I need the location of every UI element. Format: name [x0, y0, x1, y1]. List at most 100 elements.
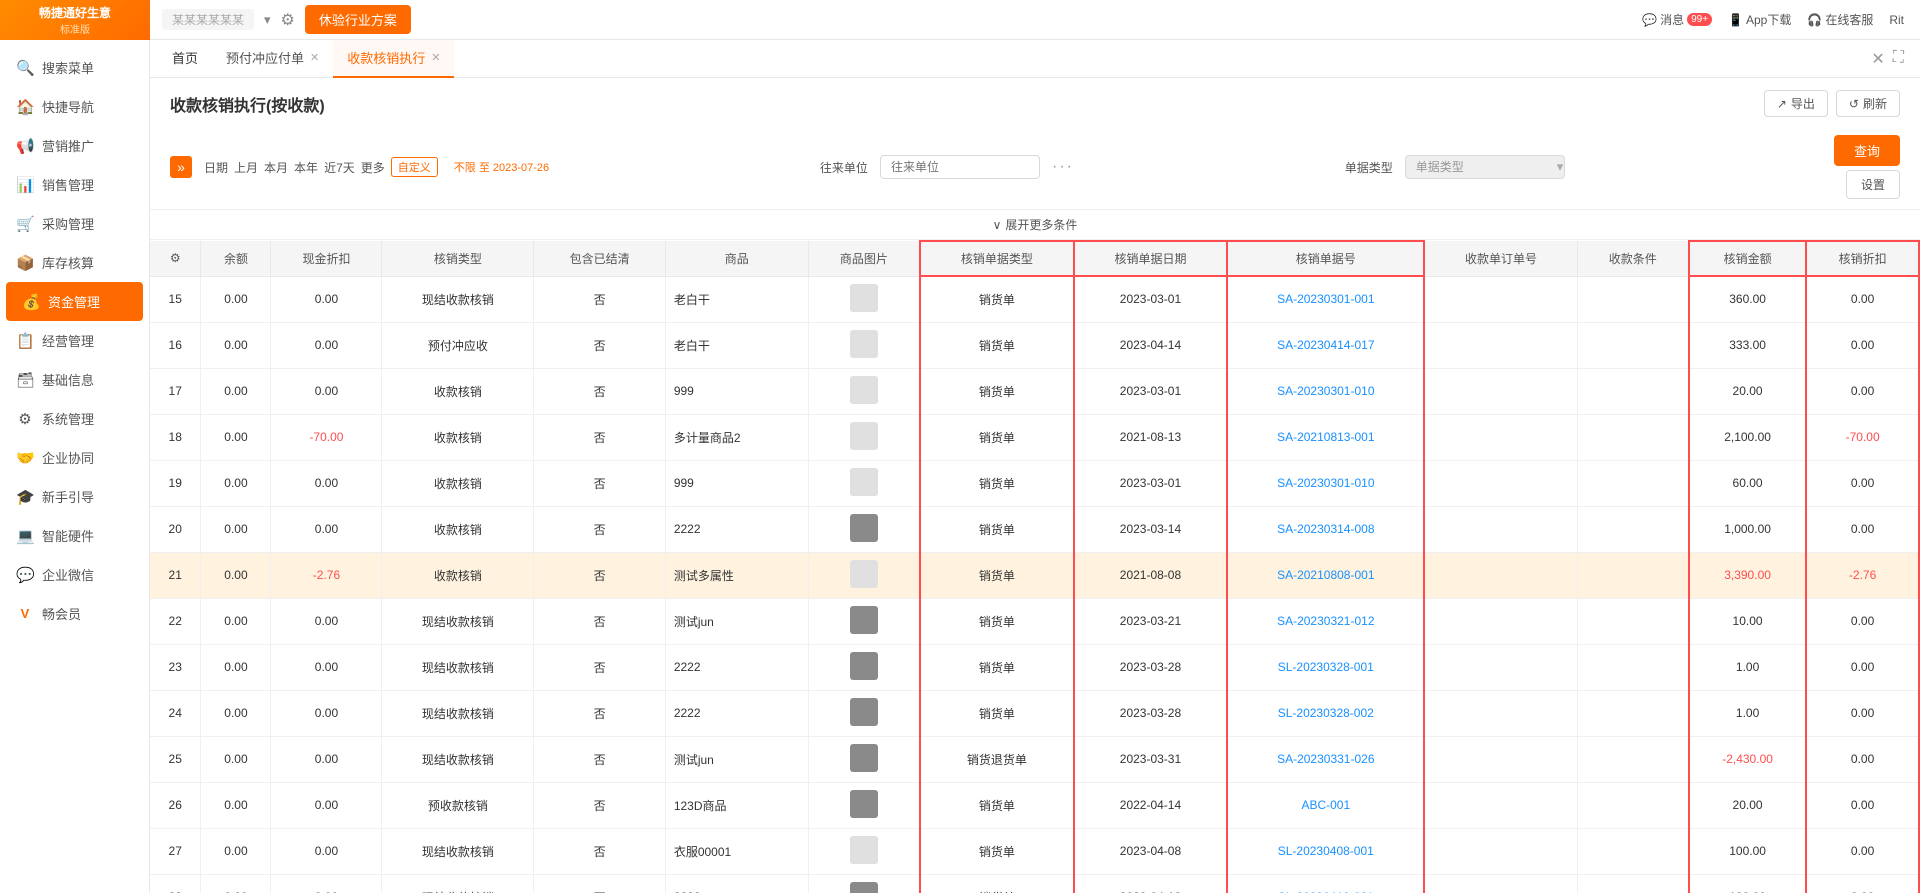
- tab-receipt[interactable]: 收款核销执行 ✕: [333, 40, 454, 78]
- search-icon: 🔍: [16, 59, 34, 77]
- query-button[interactable]: 查询: [1834, 135, 1900, 166]
- dropdown-icon[interactable]: ▾: [264, 12, 271, 28]
- cell-bill-no[interactable]: SA-20230321-012: [1227, 598, 1424, 644]
- industry-btn[interactable]: 休验行业方案: [305, 5, 411, 34]
- cell-bill-no[interactable]: SL-20230328-001: [1227, 644, 1424, 690]
- gear-icon[interactable]: ⚙: [281, 10, 295, 30]
- sidebar-item-finance[interactable]: 💰 资金管理: [6, 282, 143, 321]
- filter-more[interactable]: 更多: [361, 159, 385, 176]
- cell-product-img: [808, 690, 920, 736]
- refresh-button[interactable]: ↺ 刷新: [1836, 90, 1900, 117]
- cell-type: 预收款核销: [382, 782, 534, 828]
- col-balance: 余额: [201, 241, 271, 276]
- cell-product-img: [808, 874, 920, 893]
- cell-bill-no[interactable]: SL-20230418-001: [1227, 874, 1424, 893]
- col-settled: 包含已结清: [534, 241, 665, 276]
- sidebar-item-purchase[interactable]: 🛒 采购管理: [0, 204, 149, 243]
- cell-product: 2222: [665, 690, 808, 736]
- cell-settled: 否: [534, 276, 665, 322]
- cell-discount: 0.00: [1806, 782, 1919, 828]
- cell-bill-no[interactable]: SA-20230314-008: [1227, 506, 1424, 552]
- page-title: 收款核销执行(按收款): [170, 92, 325, 116]
- cell-type: 现结收款核销: [382, 644, 534, 690]
- cell-bill-no[interactable]: SA-20230301-001: [1227, 276, 1424, 322]
- filter-this-month[interactable]: 本月: [264, 159, 288, 176]
- filter-custom[interactable]: 自定义: [391, 157, 438, 177]
- col-amount: 核销金额: [1689, 241, 1806, 276]
- tab-home[interactable]: 首页: [158, 40, 212, 78]
- sidebar-item-operation[interactable]: 📋 经营管理: [0, 321, 149, 360]
- cell-bill-no[interactable]: SA-20230331-026: [1227, 736, 1424, 782]
- sidebar-item-inventory[interactable]: 📦 库存核算: [0, 243, 149, 282]
- message-btn[interactable]: 💬 消息 99+: [1642, 11, 1712, 28]
- tab-prepay[interactable]: 预付冲应付单 ✕: [212, 40, 333, 78]
- filter-this-year[interactable]: 本年: [294, 159, 318, 176]
- inventory-icon: 📦: [16, 254, 34, 272]
- bill-type-select[interactable]: 单据类型: [1405, 155, 1565, 179]
- cell-type: 现结收款核销: [382, 690, 534, 736]
- app-download-btn[interactable]: 📱 App下载: [1728, 11, 1791, 28]
- cell-amount: 333.00: [1689, 322, 1806, 368]
- col-settings[interactable]: ⚙: [150, 241, 201, 276]
- cell-bill-no[interactable]: SA-20230414-017: [1227, 322, 1424, 368]
- cell-cash-discount: 0.00: [271, 322, 382, 368]
- cell-settled: 否: [534, 782, 665, 828]
- sidebar-item-shortcut[interactable]: 🏠 快捷导航: [0, 87, 149, 126]
- cell-product: 2222: [665, 874, 808, 893]
- cell-balance: 0.00: [201, 874, 271, 893]
- cell-bill-date: 2021-08-13: [1074, 414, 1228, 460]
- cell-discount: 0.00: [1806, 276, 1919, 322]
- maximize-window-icon[interactable]: ⛶: [1893, 49, 1904, 69]
- cell-settled: 否: [534, 598, 665, 644]
- marketing-icon: 📢: [16, 137, 34, 155]
- cell-amount: 1.00: [1689, 644, 1806, 690]
- cell-type: 预付冲应收: [382, 322, 534, 368]
- cell-bill-no[interactable]: SL-20230408-001: [1227, 828, 1424, 874]
- cell-cash-discount: 0.00: [271, 736, 382, 782]
- cell-bill-no[interactable]: SL-20230328-002: [1227, 690, 1424, 736]
- cell-cash-discount: 0.00: [271, 782, 382, 828]
- table-row: 21 0.00 -2.76 收款核销 否 测试多属性 销货单 2021-08-0…: [150, 552, 1919, 598]
- sidebar-item-hardware[interactable]: 💻 智能硬件: [0, 516, 149, 555]
- settings-button[interactable]: 设置: [1846, 170, 1900, 199]
- cell-balance: 0.00: [201, 828, 271, 874]
- sidebar-item-search[interactable]: 🔍 搜索菜单: [0, 48, 149, 87]
- online-service-btn[interactable]: 🎧 在线客服: [1807, 11, 1873, 28]
- sidebar-item-system[interactable]: ⚙ 系统管理: [0, 399, 149, 438]
- cell-bill-no[interactable]: SA-20230301-010: [1227, 460, 1424, 506]
- filter-expand-btn[interactable]: »: [170, 156, 192, 178]
- filter-last-month[interactable]: 上月: [234, 159, 258, 176]
- cell-bill-no[interactable]: ABC-001: [1227, 782, 1424, 828]
- sidebar-item-marketing[interactable]: 📢 营销推广: [0, 126, 149, 165]
- sidebar-item-guide[interactable]: 🎓 新手引导: [0, 477, 149, 516]
- guide-icon: 🎓: [16, 488, 34, 506]
- cell-type: 现结收款核销: [382, 736, 534, 782]
- headset-icon: 🎧: [1807, 13, 1822, 27]
- cell-amount: 100.00: [1689, 874, 1806, 893]
- tab-receipt-close[interactable]: ✕: [431, 51, 440, 64]
- cell-receipt-cond: [1577, 690, 1689, 736]
- cell-bill-no[interactable]: SA-20210808-001: [1227, 552, 1424, 598]
- refresh-icon: ↺: [1849, 97, 1859, 111]
- expand-more-btn[interactable]: ∨ 展开更多条件: [150, 210, 1920, 240]
- filter-7days[interactable]: 近7天: [324, 159, 355, 176]
- cell-receipt-cond: [1577, 828, 1689, 874]
- sidebar-item-basic[interactable]: 🗃 基础信息: [0, 360, 149, 399]
- cell-bill-no[interactable]: SA-20210813-001: [1227, 414, 1424, 460]
- date-label: 日期: [204, 159, 228, 176]
- sidebar-item-enterprise[interactable]: 🤝 企业协同: [0, 438, 149, 477]
- cell-settled: 否: [534, 874, 665, 893]
- sidebar-item-sales[interactable]: 📊 销售管理: [0, 165, 149, 204]
- cell-no: 19: [150, 460, 201, 506]
- close-window-icon[interactable]: ✕: [1871, 49, 1884, 69]
- counterparty-input[interactable]: [880, 155, 1040, 179]
- cell-bill-date: 2023-03-01: [1074, 368, 1228, 414]
- sidebar-item-member[interactable]: V 畅会员: [0, 594, 149, 633]
- col-cash-discount: 现金折扣: [271, 241, 382, 276]
- cell-discount: 0.00: [1806, 506, 1919, 552]
- sidebar-item-wechat[interactable]: 💬 企业微信: [0, 555, 149, 594]
- export-button[interactable]: ↗ 导出: [1764, 90, 1828, 117]
- cell-bill-no[interactable]: SA-20230301-010: [1227, 368, 1424, 414]
- cell-cash-discount: 0.00: [271, 276, 382, 322]
- tab-prepay-close[interactable]: ✕: [310, 51, 319, 64]
